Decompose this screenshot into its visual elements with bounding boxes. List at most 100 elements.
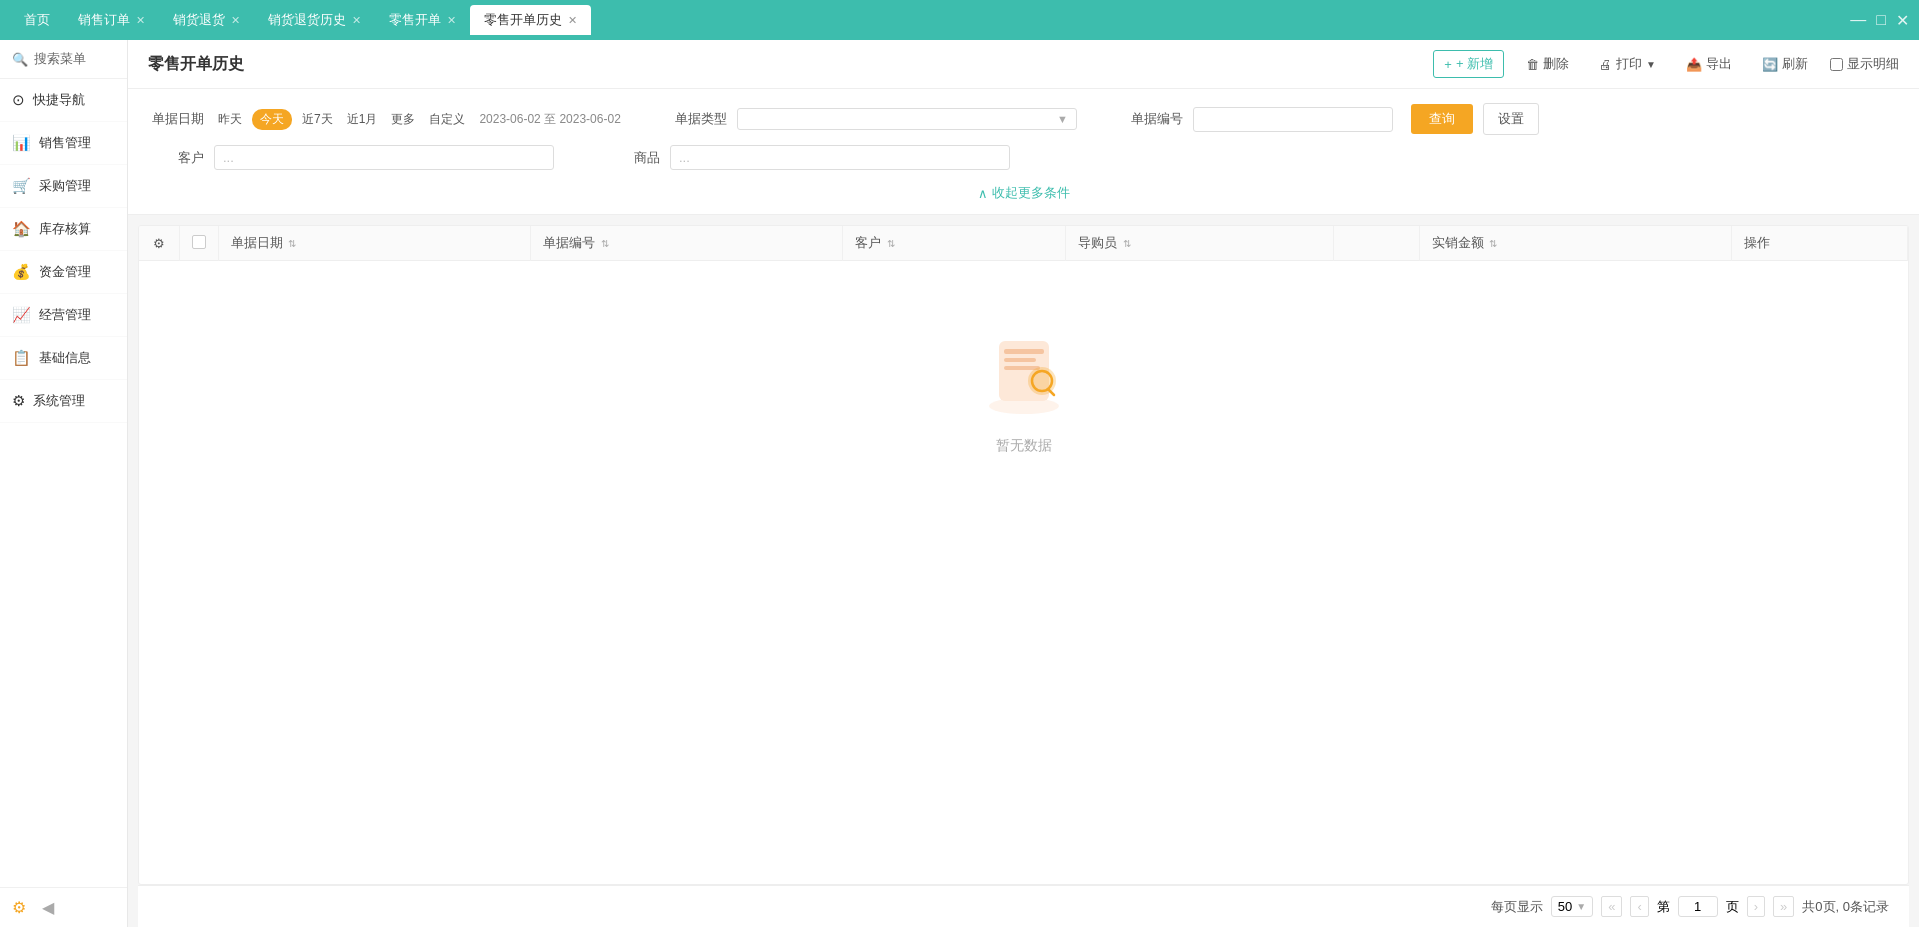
tab-retail-open-history-close[interactable]: ✕ <box>568 14 577 27</box>
table-wrapper: ⚙ 单据日期 ⇅ 单据编号 ⇅ <box>138 225 1909 885</box>
sidebar-item-finance[interactable]: 💰 资金管理 <box>0 251 127 294</box>
sidebar-item-operations[interactable]: 📈 经营管理 <box>0 294 127 337</box>
goods-select[interactable]: ... <box>670 145 1010 170</box>
tab-sales-return-history[interactable]: 销货退货历史 ✕ <box>254 5 375 35</box>
print-icon: 🖨 <box>1599 57 1612 72</box>
settings-bottom-icon[interactable]: ⚙ <box>12 898 26 917</box>
bill-type-select[interactable]: ▼ <box>737 108 1077 130</box>
sidebar-item-label-finance: 资金管理 <box>39 263 91 281</box>
refresh-icon: 🔄 <box>1762 57 1778 72</box>
page-header: 零售开单历史 + + 新增 🗑 删除 🖨 打印 ▼ 📤 导出 <box>128 40 1919 89</box>
th-customer: 客户 ⇅ <box>843 226 1066 261</box>
tab-retail-open[interactable]: 零售开单 ✕ <box>375 5 470 35</box>
sidebar-item-quick-nav[interactable]: ⊙ 快捷导航 <box>0 79 127 122</box>
first-page-button[interactable]: « <box>1601 896 1622 917</box>
print-label: 打印 <box>1616 55 1642 73</box>
refresh-button[interactable]: 🔄 刷新 <box>1754 51 1816 77</box>
table-settings-icon[interactable]: ⚙ <box>153 236 165 251</box>
sidebar-bottom: ⚙ ◀ <box>0 887 127 927</box>
th-amount: 实销金额 ⇅ <box>1419 226 1731 261</box>
date-opt-today[interactable]: 今天 <box>252 109 292 130</box>
sidebar-item-label-base-info: 基础信息 <box>39 349 91 367</box>
tab-sales-order[interactable]: 销售订单 ✕ <box>64 5 159 35</box>
customer-select[interactable]: ... <box>214 145 554 170</box>
collapse-up-icon: ∧ <box>978 186 988 201</box>
sidebar-item-label-sales-mgmt: 销售管理 <box>39 134 91 152</box>
print-dropdown-icon: ▼ <box>1646 59 1656 70</box>
export-button[interactable]: 📤 导出 <box>1678 51 1740 77</box>
window-controls: — □ ✕ <box>1850 11 1909 30</box>
collapse-sidebar-icon[interactable]: ◀ <box>42 898 54 917</box>
select-all-checkbox[interactable] <box>192 235 206 249</box>
date-options: 昨天 今天 近7天 近1月 更多 自定义 2023-06-02 至 2023-0… <box>214 109 621 130</box>
tab-bar: 首页 销售订单 ✕ 销货退货 ✕ 销货退货历史 ✕ 零售开单 ✕ 零售开单历史 … <box>0 0 1919 40</box>
sidebar-item-inventory[interactable]: 🏠 库存核算 <box>0 208 127 251</box>
per-page-select[interactable]: 50 ▼ <box>1551 896 1593 917</box>
print-button[interactable]: 🖨 打印 ▼ <box>1591 51 1664 77</box>
th-check[interactable] <box>179 226 218 261</box>
date-opt-more[interactable]: 更多 <box>387 109 419 130</box>
sidebar: 🔍 搜索菜单 ⊙ 快捷导航 📊 销售管理 🛒 采购管理 🏠 库存核算 💰 资金管… <box>0 40 128 927</box>
last-page-button[interactable]: » <box>1773 896 1794 917</box>
display-cols-label: 显示明细 <box>1847 55 1899 73</box>
prev-page-button[interactable]: ‹ <box>1630 896 1648 917</box>
bill-no-label: 单据编号 <box>1127 110 1183 128</box>
page-input[interactable] <box>1678 896 1718 917</box>
display-cols-checkbox[interactable] <box>1830 58 1843 71</box>
tab-sales-return[interactable]: 销货退货 ✕ <box>159 5 254 35</box>
main-layout: 🔍 搜索菜单 ⊙ 快捷导航 📊 销售管理 🛒 采购管理 🏠 库存核算 💰 资金管… <box>0 40 1919 927</box>
date-opt-yesterday[interactable]: 昨天 <box>214 109 246 130</box>
page-title: 零售开单历史 <box>148 54 244 75</box>
inventory-icon: 🏠 <box>12 220 31 238</box>
sidebar-search[interactable]: 🔍 搜索菜单 <box>0 40 127 79</box>
date-label: 单据日期 <box>148 110 204 128</box>
tab-sales-order-close[interactable]: ✕ <box>136 14 145 27</box>
close-button[interactable]: ✕ <box>1896 11 1909 30</box>
delete-button[interactable]: 🗑 删除 <box>1518 51 1577 77</box>
date-opt-last7[interactable]: 近7天 <box>298 109 337 130</box>
date-opt-custom[interactable]: 自定义 <box>425 109 469 130</box>
sort-amount-icon[interactable]: ⇅ <box>1489 238 1497 249</box>
delete-icon: 🗑 <box>1526 57 1539 72</box>
bill-type-label: 单据类型 <box>671 110 727 128</box>
new-button[interactable]: + + 新增 <box>1433 50 1504 78</box>
goods-label: 商品 <box>604 149 660 167</box>
sidebar-item-sales-mgmt[interactable]: 📊 销售管理 <box>0 122 127 165</box>
new-icon: + <box>1444 57 1452 72</box>
sort-guide-icon[interactable]: ⇅ <box>1123 238 1131 249</box>
next-page-button[interactable]: › <box>1747 896 1765 917</box>
sort-date-icon[interactable]: ⇅ <box>288 238 296 249</box>
sales-mgmt-icon: 📊 <box>12 134 31 152</box>
tab-sales-return-history-label: 销货退货历史 <box>268 11 346 29</box>
page-label: 第 <box>1657 898 1670 916</box>
pagination-bar: 每页显示 50 ▼ « ‹ 第 页 › » 共0页, 0条记录 <box>138 885 1909 927</box>
tab-sales-return-label: 销货退货 <box>173 11 225 29</box>
query-button[interactable]: 查询 <box>1411 104 1473 134</box>
date-opt-last-month[interactable]: 近1月 <box>343 109 382 130</box>
setting-button[interactable]: 设置 <box>1483 103 1539 135</box>
per-page-dropdown-icon: ▼ <box>1576 901 1586 912</box>
bill-no-input[interactable] <box>1193 107 1393 132</box>
new-label: + 新增 <box>1456 55 1493 73</box>
minimize-button[interactable]: — <box>1850 11 1866 30</box>
sort-no-icon[interactable]: ⇅ <box>601 238 609 249</box>
operations-icon: 📈 <box>12 306 31 324</box>
page-total: 共0页, 0条记录 <box>1802 898 1889 916</box>
th-spacer <box>1333 226 1419 261</box>
tab-retail-open-history[interactable]: 零售开单历史 ✕ <box>470 5 591 35</box>
empty-state: 暂无数据 <box>139 261 1908 515</box>
th-settings[interactable]: ⚙ <box>139 226 179 261</box>
tab-home[interactable]: 首页 <box>10 5 64 35</box>
sidebar-item-sys-mgmt[interactable]: ⚙ 系统管理 <box>0 380 127 423</box>
sort-customer-icon[interactable]: ⇅ <box>887 238 895 249</box>
tab-sales-return-close[interactable]: ✕ <box>231 14 240 27</box>
maximize-button[interactable]: □ <box>1876 11 1886 30</box>
tab-sales-return-history-close[interactable]: ✕ <box>352 14 361 27</box>
sidebar-item-purchase-mgmt[interactable]: 🛒 采购管理 <box>0 165 127 208</box>
finance-icon: 💰 <box>12 263 31 281</box>
sidebar-item-base-info[interactable]: 📋 基础信息 <box>0 337 127 380</box>
tab-retail-open-history-label: 零售开单历史 <box>484 11 562 29</box>
display-cols-toggle[interactable]: 显示明细 <box>1830 55 1899 73</box>
tab-retail-open-close[interactable]: ✕ <box>447 14 456 27</box>
collapse-bar[interactable]: ∧ 收起更多条件 <box>148 180 1899 206</box>
